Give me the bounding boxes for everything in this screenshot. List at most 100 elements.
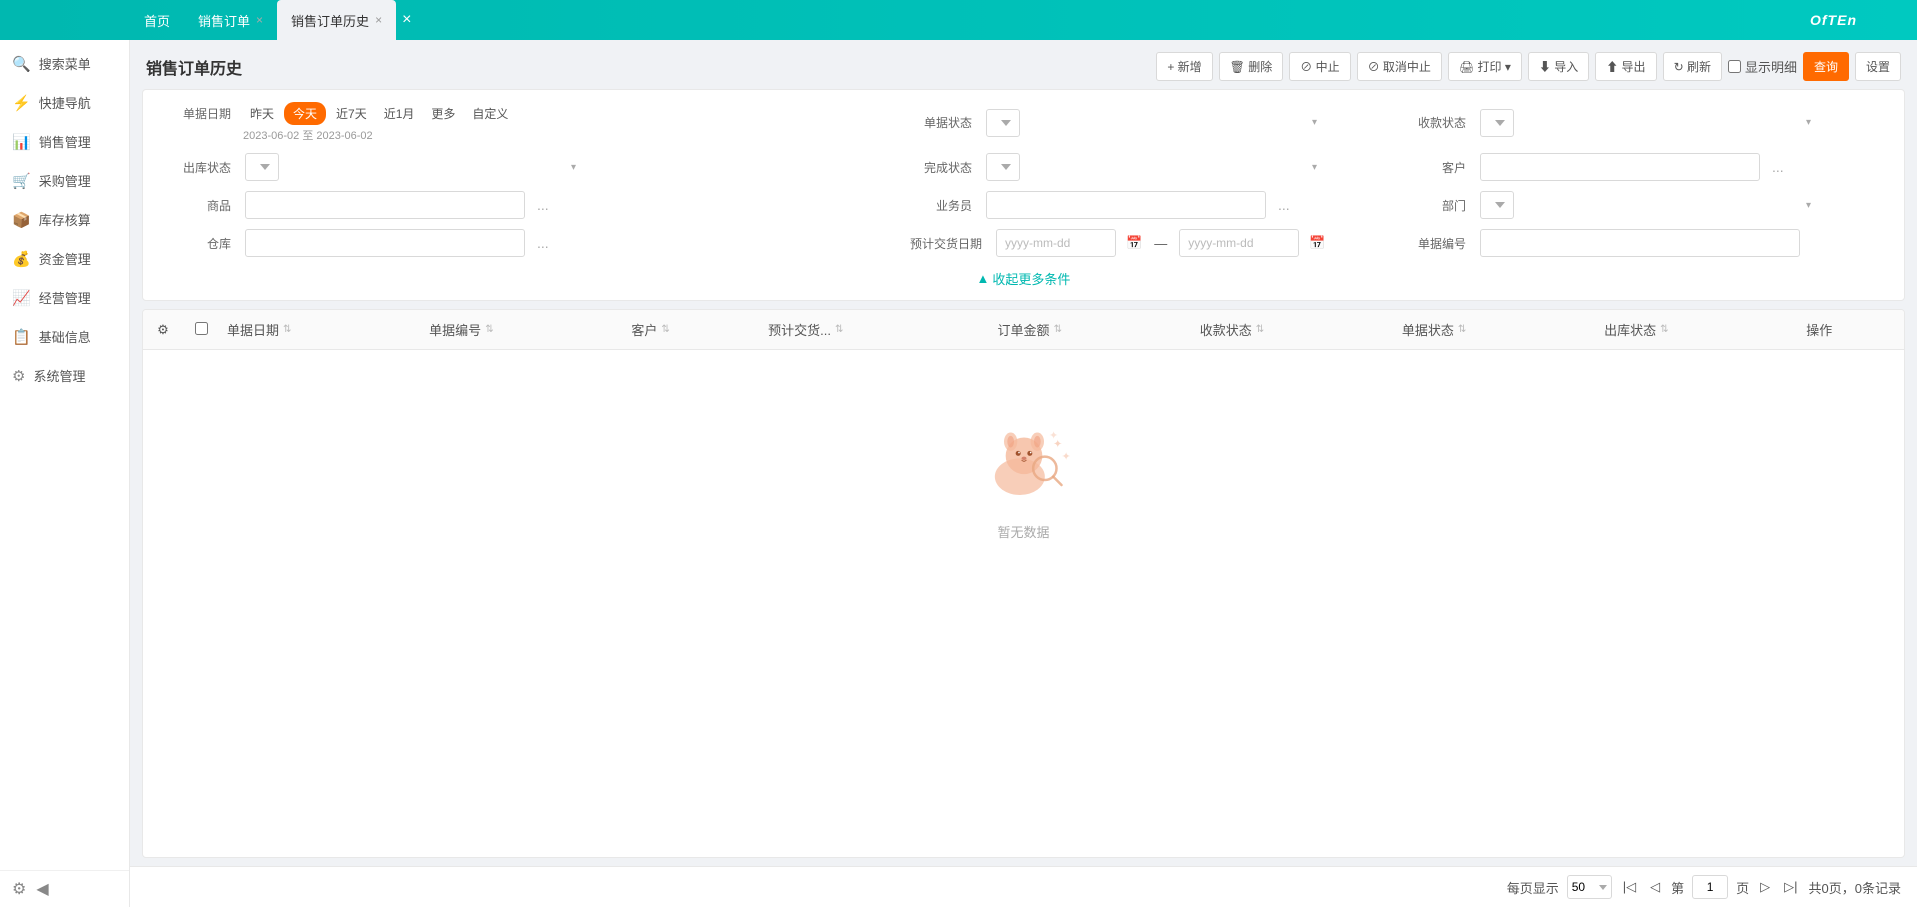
export-button[interactable]: ⬆ 导出 [1595,52,1656,81]
th-bill-no-sort[interactable]: ⇅ [485,324,493,335]
table-checkbox-col[interactable] [183,310,219,350]
data-table: ⚙ 单据日期 ⇅ 单据编号 [143,310,1904,581]
th-expected-date[interactable]: 预计交货... ⇅ [760,310,989,350]
date-btn-custom[interactable]: 自定义 [465,102,515,125]
th-expected-date-sort[interactable]: ⇅ [835,324,843,335]
th-out-status-sort[interactable]: ⇅ [1660,324,1668,335]
stop-button[interactable]: ⊘ 中止 [1289,52,1350,81]
sidebar-item-base-info[interactable]: 📋 基础信息 [0,317,129,356]
sidebar-settings-icon[interactable]: ⚙ [12,879,26,899]
show-detail-checkbox[interactable] [1728,60,1741,73]
calendar-to-icon[interactable]: 📅 [1309,235,1325,251]
sidebar-item-finance[interactable]: 💰 资金管理 [0,239,129,278]
customer-label: 客户 [1394,159,1474,176]
sidebar-item-inventory-label: 库存核算 [39,210,91,229]
delete-button[interactable]: 🗑 删除 [1219,52,1284,81]
salesperson-input[interactable] [986,191,1266,219]
th-bill-status-sort[interactable]: ⇅ [1458,324,1466,335]
date-btn-more[interactable]: 更多 [424,102,462,125]
settings-button[interactable]: 设置 [1855,52,1901,81]
bill-status-select[interactable] [986,109,1020,137]
th-out-status[interactable]: 出库状态 ⇅ [1596,310,1798,350]
query-button[interactable]: 查询 [1803,52,1849,81]
page-label: 第 [1671,878,1684,897]
tab-sales-order[interactable]: 销售订单 × [184,0,277,40]
sidebar-item-inventory[interactable]: 📦 库存核算 [0,200,129,239]
sys-mgmt-icon: ⚙ [12,367,25,385]
page-first-btn[interactable]: |◁ [1620,879,1639,895]
empty-state: ✦ ✦ ✦ 暂无数据 [143,350,1904,581]
content-area: 销售订单历史 + 新增 🗑 删除 ⊘ 中止 ⊘ 取消中止 🖨 打印 ▾ ⬇ 导入… [130,40,1917,907]
date-btn-yesterday[interactable]: 昨天 [243,102,281,125]
date-btn-today[interactable]: 今天 [284,102,326,125]
expected-date-to-input[interactable]: yyyy-mm-dd [1179,229,1299,257]
tab-sales-order-history-close[interactable]: × [375,13,382,27]
sidebar-item-base-info-label: 基础信息 [39,327,91,346]
th-expected-date-label: 预计交货... [768,320,831,339]
bill-no-input[interactable] [1480,229,1800,257]
new-button[interactable]: + 新增 [1156,52,1212,81]
th-bill-status[interactable]: 单据状态 ⇅ [1394,310,1596,350]
customer-input[interactable] [1480,153,1760,181]
cancel-stop-button[interactable]: ⊘ 取消中止 [1357,52,1442,81]
import-button[interactable]: ⬇ 导入 [1528,52,1589,81]
sidebar-collapse-icon[interactable]: ◀ [36,879,48,899]
calendar-from-icon[interactable]: 📅 [1126,235,1142,251]
th-payment-status[interactable]: 收款状态 ⇅ [1192,310,1394,350]
sidebar-item-sys-mgmt[interactable]: ⚙ 系统管理 [0,356,129,395]
goods-ellipsis[interactable]: ... [531,197,555,213]
date-btn-last1m[interactable]: 近1月 [377,102,422,125]
table-select-all-checkbox[interactable] [195,322,208,335]
table-settings-icon[interactable]: ⚙ [157,322,169,337]
refresh-button[interactable]: ↻ 刷新 [1663,52,1722,81]
th-date-sort[interactable]: ⇅ [283,324,291,335]
page-last-btn[interactable]: ▷| [1781,879,1800,895]
warehouse-input[interactable] [245,229,525,257]
svg-text:✦: ✦ [1049,430,1058,442]
th-bill-no[interactable]: 单据编号 ⇅ [421,310,623,350]
customer-ellipsis[interactable]: ... [1766,159,1790,175]
page-prev-btn[interactable]: ◁ [1647,879,1663,895]
collapse-up-icon: ▲ [977,271,990,286]
page-next-btn[interactable]: ▷ [1757,879,1773,895]
sidebar-item-search-menu-label: 搜索菜单 [39,54,91,73]
warehouse-label: 仓库 [159,235,239,252]
svg-text:✦: ✦ [1061,451,1070,463]
bill-no-label: 单据编号 [1394,235,1474,252]
show-detail-checkbox-label[interactable]: 显示明细 [1728,57,1797,76]
expected-date-from-input[interactable]: yyyy-mm-dd [996,229,1116,257]
th-customer-sort[interactable]: ⇅ [661,324,669,335]
tab-home[interactable]: 首页 [130,0,184,40]
tab-sales-order-history-label: 销售订单历史 [291,11,369,30]
page-size-select[interactable]: 50 10 20 100 [1567,875,1612,899]
page-number-input[interactable] [1692,875,1728,899]
out-status-select[interactable] [245,153,279,181]
print-button[interactable]: 🖨 打印 ▾ [1448,52,1522,81]
goods-input[interactable] [245,191,525,219]
complete-status-select[interactable] [986,153,1020,181]
date-btn-last7[interactable]: 近7天 [329,102,374,125]
tab-sales-order-history[interactable]: 销售订单历史 × [277,0,396,40]
dept-select[interactable] [1480,191,1514,219]
th-amount-label: 订单金额 [998,320,1050,339]
salesperson-ellipsis[interactable]: ... [1272,197,1296,213]
th-amount[interactable]: 订单金额 ⇅ [990,310,1192,350]
table-settings-col[interactable]: ⚙ [143,310,183,350]
sidebar-item-search-menu[interactable]: 🔍 搜索菜单 [0,44,129,83]
th-date[interactable]: 单据日期 ⇅ [219,310,421,350]
sidebar: 🔍 搜索菜单 ⚡ 快捷导航 📊 销售管理 🛒 采购管理 📦 库存核算 💰 资金管… [0,40,130,907]
payment-status-select[interactable] [1480,109,1514,137]
th-payment-status-label: 收款状态 [1200,320,1252,339]
window-close-btn[interactable]: × [396,11,417,29]
sidebar-item-purchase-mgmt[interactable]: 🛒 采购管理 [0,161,129,200]
th-payment-status-sort[interactable]: ⇅ [1256,324,1264,335]
tab-sales-order-close[interactable]: × [256,13,263,27]
sidebar-item-operations[interactable]: 📈 经营管理 [0,278,129,317]
collapse-row[interactable]: ▲ 收起更多条件 [159,267,1888,288]
sidebar-item-sales-mgmt[interactable]: 📊 销售管理 [0,122,129,161]
th-amount-sort[interactable]: ⇅ [1054,324,1062,335]
show-detail-label: 显示明细 [1745,57,1797,76]
warehouse-ellipsis[interactable]: ... [531,235,555,251]
sidebar-item-quick-nav[interactable]: ⚡ 快捷导航 [0,83,129,122]
th-customer[interactable]: 客户 ⇅ [623,310,760,350]
